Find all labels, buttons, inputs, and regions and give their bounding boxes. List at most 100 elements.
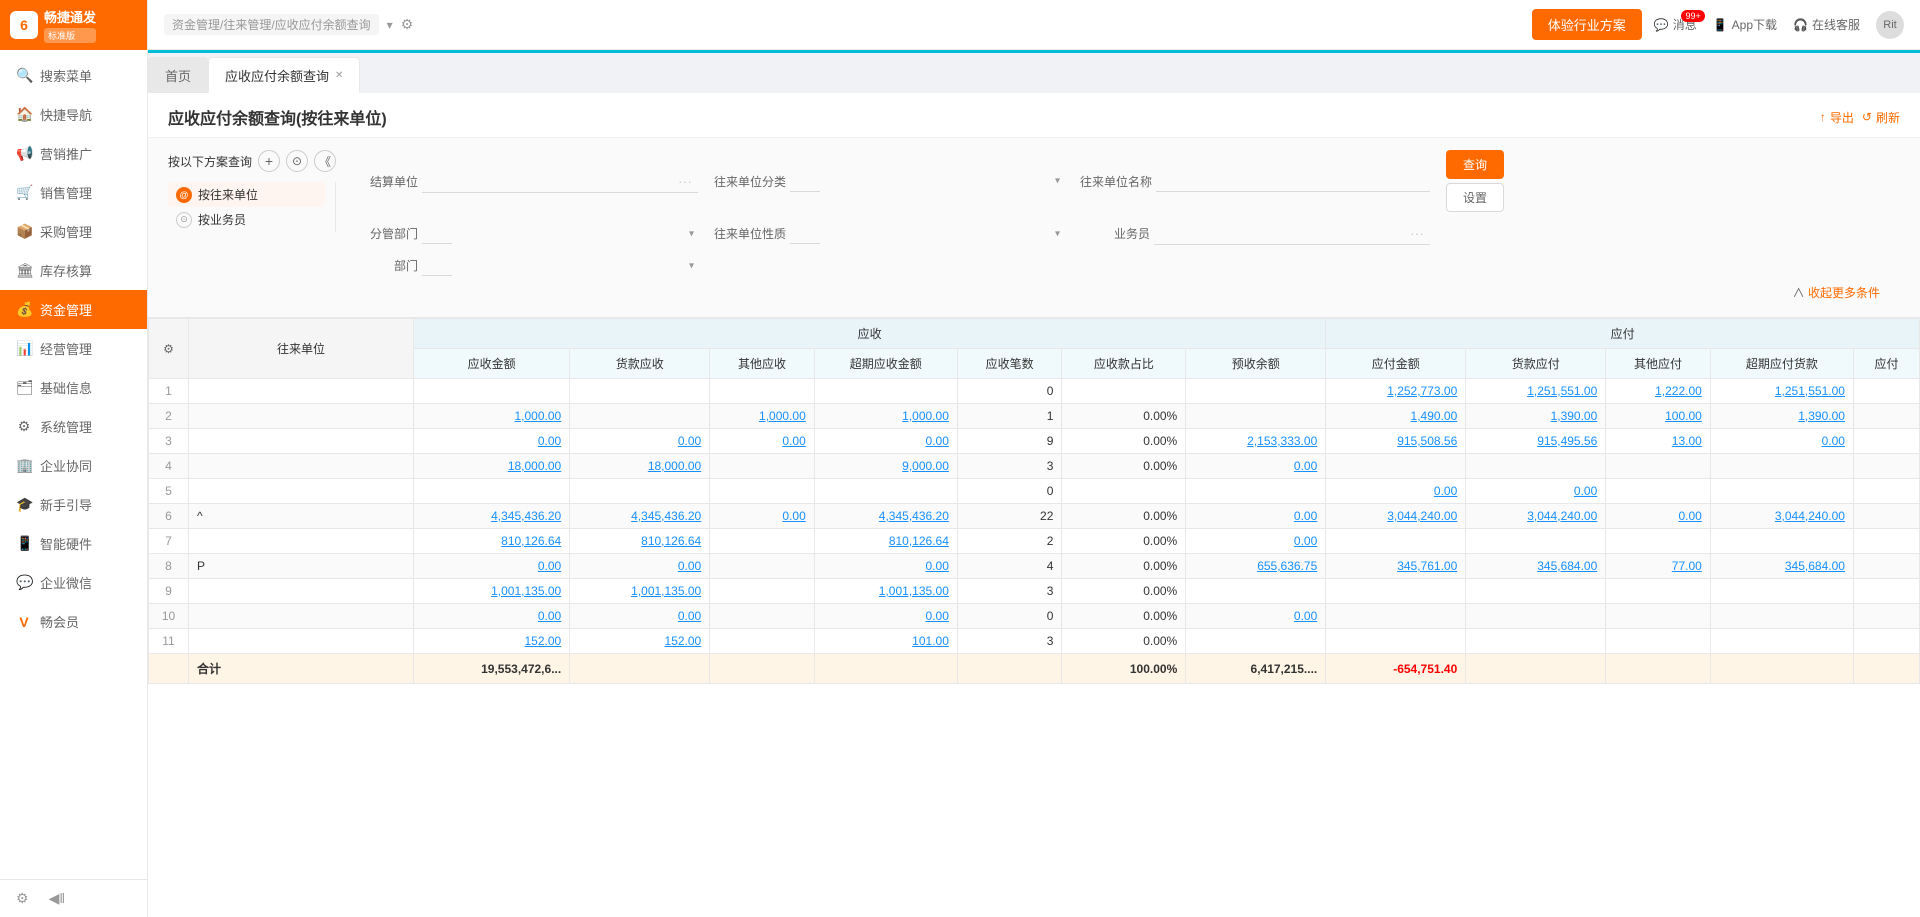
ar_advance-link[interactable]: 2,153,333.00 <box>1247 434 1317 448</box>
cell-ar_advance[interactable]: 0.00 <box>1186 454 1326 479</box>
cell-ar_amount[interactable]: 18,000.00 <box>414 454 570 479</box>
cell-ar_overdue[interactable]: 0.00 <box>814 429 957 454</box>
cell-ar_goods[interactable]: 152.00 <box>570 629 710 654</box>
export-button[interactable]: ↑ 导出 <box>1820 109 1854 126</box>
ar_amount-link[interactable]: 152.00 <box>525 634 562 648</box>
ar_other-link[interactable]: 0.00 <box>782 434 805 448</box>
sidebar-item-purchase[interactable]: 📦 采购管理 <box>0 212 147 251</box>
tab-ar-ap[interactable]: 应收应付余额查询 ✕ <box>208 57 360 93</box>
ar_advance-link[interactable]: 0.00 <box>1294 534 1317 548</box>
table-settings-icon[interactable]: ⚙ <box>159 339 179 359</box>
sidebar-item-system[interactable]: ⚙ 系统管理 <box>0 407 147 446</box>
ap_amount-link[interactable]: 3,044,240.00 <box>1387 509 1457 523</box>
industry-plan-button[interactable]: 体验行业方案 <box>1532 9 1642 40</box>
ar_goods-link[interactable]: 0.00 <box>678 434 701 448</box>
cell-ar_amount[interactable]: 0.00 <box>414 554 570 579</box>
cell-ap_amount[interactable]: 1,252,773.00 <box>1326 379 1466 404</box>
cell-ap_other[interactable]: 1,222.00 <box>1606 379 1711 404</box>
cell-ar_amount[interactable]: 810,126.64 <box>414 529 570 554</box>
ap_overdue-link[interactable]: 345,684.00 <box>1785 559 1845 573</box>
ar_advance-link[interactable]: 0.00 <box>1294 609 1317 623</box>
sidebar-item-basic-info[interactable]: 🗂 基础信息 <box>0 368 147 407</box>
cell-ar_other[interactable]: 1,000.00 <box>710 404 815 429</box>
cell-ap_other[interactable]: 100.00 <box>1606 404 1711 429</box>
ar_amount-link[interactable]: 0.00 <box>538 609 561 623</box>
cell-ar_advance[interactable]: 0.00 <box>1186 529 1326 554</box>
cell-ar_overdue[interactable]: 1,000.00 <box>814 404 957 429</box>
collapse-more-button[interactable]: ∧ 收起更多条件 <box>348 280 1900 305</box>
ar_goods-link[interactable]: 152.00 <box>665 634 702 648</box>
filter-collapse-button[interactable]: 《 <box>314 150 336 172</box>
partner-category-select[interactable] <box>790 171 820 192</box>
cell-ap_goods[interactable]: 345,684.00 <box>1466 554 1606 579</box>
ar_overdue-link[interactable]: 4,345,436.20 <box>879 509 949 523</box>
partner-name-input[interactable] <box>1156 171 1430 192</box>
ap_goods-link[interactable]: 915,495.56 <box>1537 434 1597 448</box>
ar_overdue-link[interactable]: 1,000.00 <box>902 409 949 423</box>
ar_amount-link[interactable]: 18,000.00 <box>508 459 561 473</box>
sidebar-item-inventory[interactable]: 🏛 库存核算 <box>0 251 147 290</box>
ap_amount-link[interactable]: 345,761.00 <box>1397 559 1457 573</box>
cell-ar_overdue[interactable]: 0.00 <box>814 604 957 629</box>
breadcrumb-dropdown[interactable]: ▾ <box>387 18 393 32</box>
set-button[interactable]: 设置 <box>1446 183 1504 212</box>
cell-ar_amount[interactable]: 152.00 <box>414 629 570 654</box>
filter-settings-button[interactable]: ⊙ <box>286 150 308 172</box>
tab-home[interactable]: 首页 <box>148 57 208 93</box>
cell-ar_goods[interactable]: 0.00 <box>570 429 710 454</box>
cell-ar_overdue[interactable]: 101.00 <box>814 629 957 654</box>
dept-manager-select[interactable] <box>422 223 452 244</box>
sidebar-item-quick-nav[interactable]: 🏠 快捷导航 <box>0 95 147 134</box>
cell-ar_other[interactable]: 0.00 <box>710 504 815 529</box>
ar_amount-link[interactable]: 0.00 <box>538 434 561 448</box>
salesperson-input[interactable] <box>1154 222 1430 245</box>
ap_amount-link[interactable]: 1,490.00 <box>1411 409 1458 423</box>
cell-ap_other[interactable]: 13.00 <box>1606 429 1711 454</box>
ap_other-link[interactable]: 0.00 <box>1678 509 1701 523</box>
cell-ar_amount[interactable]: 1,000.00 <box>414 404 570 429</box>
settlement-unit-input[interactable] <box>422 170 698 193</box>
cell-ar_overdue[interactable]: 9,000.00 <box>814 454 957 479</box>
ap_amount-link[interactable]: 915,508.56 <box>1397 434 1457 448</box>
ar_advance-link[interactable]: 0.00 <box>1294 459 1317 473</box>
ap_goods-link[interactable]: 3,044,240.00 <box>1527 509 1597 523</box>
cell-ar_overdue[interactable]: 1,001,135.00 <box>814 579 957 604</box>
ar_goods-link[interactable]: 0.00 <box>678 609 701 623</box>
ar_amount-link[interactable]: 810,126.64 <box>501 534 561 548</box>
ar_overdue-link[interactable]: 0.00 <box>926 559 949 573</box>
cell-ap_goods[interactable]: 1,251,551.00 <box>1466 379 1606 404</box>
app-download-button[interactable]: 📱 App下载 <box>1713 16 1777 33</box>
cell-ar_overdue[interactable]: 4,345,436.20 <box>814 504 957 529</box>
ap_amount-link[interactable]: 0.00 <box>1434 484 1457 498</box>
user-avatar[interactable]: Rit <box>1876 11 1904 39</box>
sidebar-item-marketing[interactable]: 📢 营销推广 <box>0 134 147 173</box>
ar_overdue-link[interactable]: 0.00 <box>926 434 949 448</box>
cell-ar_goods[interactable]: 4,345,436.20 <box>570 504 710 529</box>
ap_overdue-link[interactable]: 1,251,551.00 <box>1775 384 1845 398</box>
sidebar-item-member[interactable]: V 畅会员 <box>0 602 147 641</box>
ar_overdue-link[interactable]: 1,001,135.00 <box>879 584 949 598</box>
refresh-button[interactable]: ↺ 刷新 <box>1862 109 1900 126</box>
ar_overdue-link[interactable]: 101.00 <box>912 634 949 648</box>
cell-ap_overdue[interactable]: 1,251,551.00 <box>1710 379 1853 404</box>
sidebar-item-finance[interactable]: 💰 资金管理 <box>0 290 147 329</box>
cell-ap_overdue[interactable]: 0.00 <box>1710 429 1853 454</box>
ar_goods-link[interactable]: 4,345,436.20 <box>631 509 701 523</box>
cell-ap_goods[interactable]: 1,390.00 <box>1466 404 1606 429</box>
ap_other-link[interactable]: 100.00 <box>1665 409 1702 423</box>
filter-add-button[interactable]: + <box>258 150 280 172</box>
tab-close-icon[interactable]: ✕ <box>335 70 343 81</box>
ar_advance-link[interactable]: 0.00 <box>1294 509 1317 523</box>
sidebar-item-search[interactable]: 🔍 搜索菜单 <box>0 56 147 95</box>
ap_other-link[interactable]: 77.00 <box>1672 559 1702 573</box>
cell-ap_overdue[interactable]: 1,390.00 <box>1710 404 1853 429</box>
ar_amount-link[interactable]: 0.00 <box>538 559 561 573</box>
cell-ap_other[interactable]: 0.00 <box>1606 504 1711 529</box>
cell-ar_advance[interactable]: 0.00 <box>1186 604 1326 629</box>
cell-ar_overdue[interactable]: 0.00 <box>814 554 957 579</box>
partner-nature-select[interactable] <box>790 223 820 244</box>
ap_other-link[interactable]: 13.00 <box>1672 434 1702 448</box>
cell-ap_overdue[interactable]: 345,684.00 <box>1710 554 1853 579</box>
cell-ar_other[interactable]: 0.00 <box>710 429 815 454</box>
sidebar-item-hardware[interactable]: 📱 智能硬件 <box>0 524 147 563</box>
